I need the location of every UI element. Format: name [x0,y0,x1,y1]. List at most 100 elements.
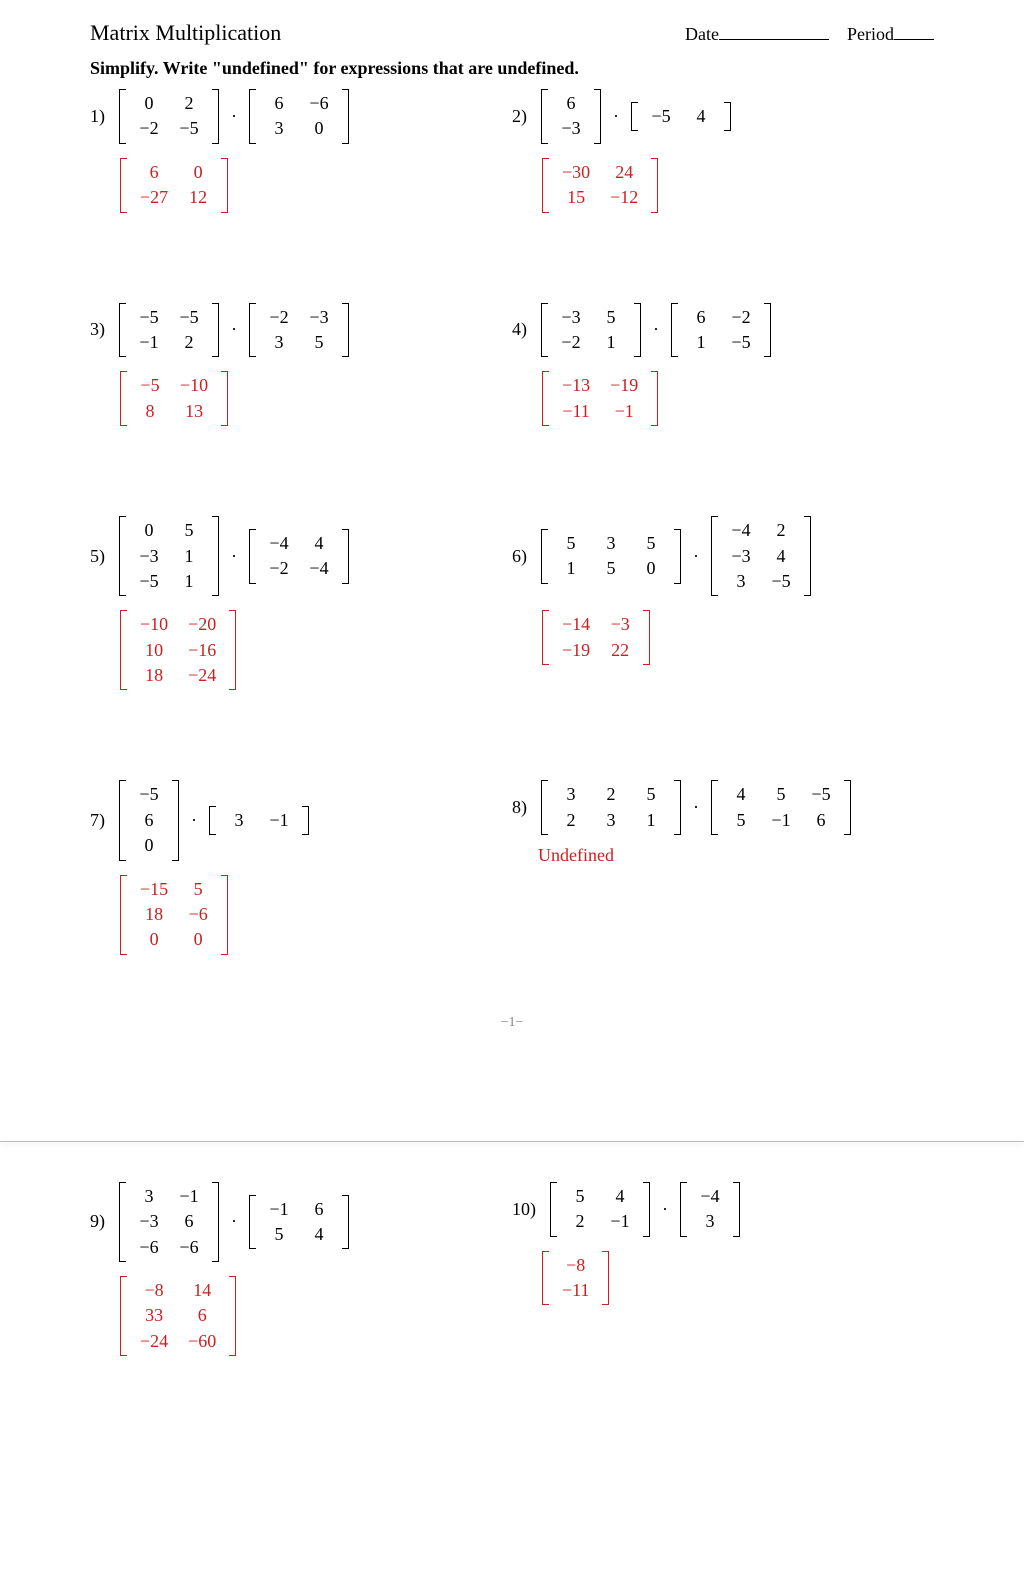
matrix-cell: 0 [130,927,178,952]
dot-operator: · [689,546,703,567]
matrix: −2−335 [249,303,349,358]
matrix-cell: 5 [169,518,209,543]
problem-row: 3)−5−5−12·−2−335−5−108134)−35−21·6−21−5−… [90,303,934,517]
matrix-cell: −3 [600,612,640,637]
matrix-cell: 4 [299,1222,339,1247]
matrix-cell: 0 [299,116,339,141]
question: 6)535150·−42−343−5 [512,516,924,596]
answer: −13−19−11−1 [538,371,924,426]
answer: 60−2712 [116,158,502,213]
matrix-cell: −5 [129,569,169,594]
matrix-cell: −5 [169,305,209,330]
matrix-cell: −19 [600,373,648,398]
question: 5)05−31−51·−44−2−4 [90,516,502,596]
answer: −15518−600 [116,875,502,955]
matrix-cell: −6 [178,902,218,927]
matrix-cell: 4 [721,782,761,807]
answer: −814336−24−60 [116,1276,502,1356]
matrix-cell: −5 [169,116,209,141]
matrix-cell: −13 [552,373,600,398]
matrix-cell: 5 [631,782,671,807]
problem-number: 5) [90,546,105,567]
matrix-cell: 3 [690,1209,730,1234]
matrix: 6−630 [249,89,349,144]
matrix-cell: −11 [552,399,600,424]
dot-operator: · [649,319,663,340]
problem-number: 6) [512,546,527,567]
problems-grid-2: 9)3−1−36−6−6·−1654−814336−24−6010)542−1·… [90,1182,934,1446]
matrix-cell: −5 [721,330,761,355]
dot-operator: · [609,106,623,127]
matrix-cell: −6 [169,1235,209,1260]
matrix-cell: −2 [551,330,591,355]
header-row: Matrix Multiplication Date Period [90,20,934,46]
matrix: −15518−600 [120,875,228,955]
matrix-cell: 3 [129,1184,169,1209]
matrix-cell: −3 [299,305,339,330]
instructions: Simplify. Write "undefined" for expressi… [90,58,934,79]
matrix-cell: 0 [129,518,169,543]
matrix-cell: 2 [169,330,209,355]
matrix-cell: 5 [631,531,671,556]
matrix-cell: 0 [178,927,218,952]
problems-grid: 1)02−2−5·6−63060−27122)6−3·−54−302415−12… [90,89,934,1045]
period-blank[interactable] [894,21,934,40]
matrix-cell: −24 [178,663,226,688]
problem-number: 3) [90,319,105,340]
matrix-cell: 5 [551,531,591,556]
matrix-cell: 12 [178,185,218,210]
matrix-cell: 1 [169,544,209,569]
matrix-cell: 4 [299,531,339,556]
matrix-cell: 3 [591,531,631,556]
matrix-cell: 1 [681,330,721,355]
answer: −14−3−1922 [538,610,924,665]
date-blank[interactable] [719,21,829,40]
matrix-cell: 0 [129,91,169,116]
problem-col: 3)−5−5−12·−2−335−5−10813 [90,303,512,517]
problem: 5)05−31−51·−44−2−4−10−2010−1618−24 [90,516,502,690]
dot-operator: · [689,797,703,818]
problem-number: 10) [512,1199,536,1220]
matrix-cell: 2 [761,518,801,543]
matrix-cell: −11 [552,1278,599,1303]
matrix: −44−2−4 [249,529,349,584]
answer: −5−10813 [116,371,502,426]
matrix-cell: −14 [552,612,600,637]
matrix: 45−55−16 [711,780,851,835]
matrix: −1654 [249,1195,349,1250]
question: 3)−5−5−12·−2−335 [90,303,502,358]
matrix: −42−343−5 [711,516,811,596]
matrix-cell: −4 [690,1184,730,1209]
dot-operator: · [658,1199,672,1220]
matrix: −13−19−11−1 [542,371,658,426]
problem: 1)02−2−5·6−63060−2712 [90,89,502,213]
matrix-cell: 1 [631,808,671,833]
problem: 3)−5−5−12·−2−335−5−10813 [90,303,502,427]
date-label: Date [685,24,719,44]
matrix-cell: −2 [721,305,761,330]
matrix-cell: −2 [259,305,299,330]
problem: 7)−560·3−1−15518−600 [90,780,502,954]
problem-col: 5)05−31−51·−44−2−4−10−2010−1618−24 [90,516,512,780]
question: 7)−560·3−1 [90,780,502,860]
problem-number: 7) [90,810,105,831]
matrix: −5−5−12 [119,303,219,358]
matrix-cell: −5 [129,782,169,807]
matrix-cell: −2 [129,116,169,141]
problem: 9)3−1−36−6−6·−1654−814336−24−60 [90,1182,502,1356]
matrix-cell: −12 [600,185,648,210]
matrix-cell: 2 [591,782,631,807]
matrix-cell: 6 [169,1209,209,1234]
matrix-cell: −3 [129,1209,169,1234]
matrix-cell: 5 [259,1222,299,1247]
matrix-cell: 5 [178,877,218,902]
matrix-cell: 6 [299,1197,339,1222]
matrix-cell: 3 [551,782,591,807]
matrix-cell: 33 [130,1303,178,1328]
matrix: −54 [631,102,731,131]
matrix-cell: 13 [170,399,218,424]
problem-row: 7)−560·3−1−15518−6008)325231·45−55−16Und… [90,780,934,1044]
matrix-cell: 5 [591,556,631,581]
matrix-cell: −15 [130,877,178,902]
matrix-cell: 10 [130,638,178,663]
